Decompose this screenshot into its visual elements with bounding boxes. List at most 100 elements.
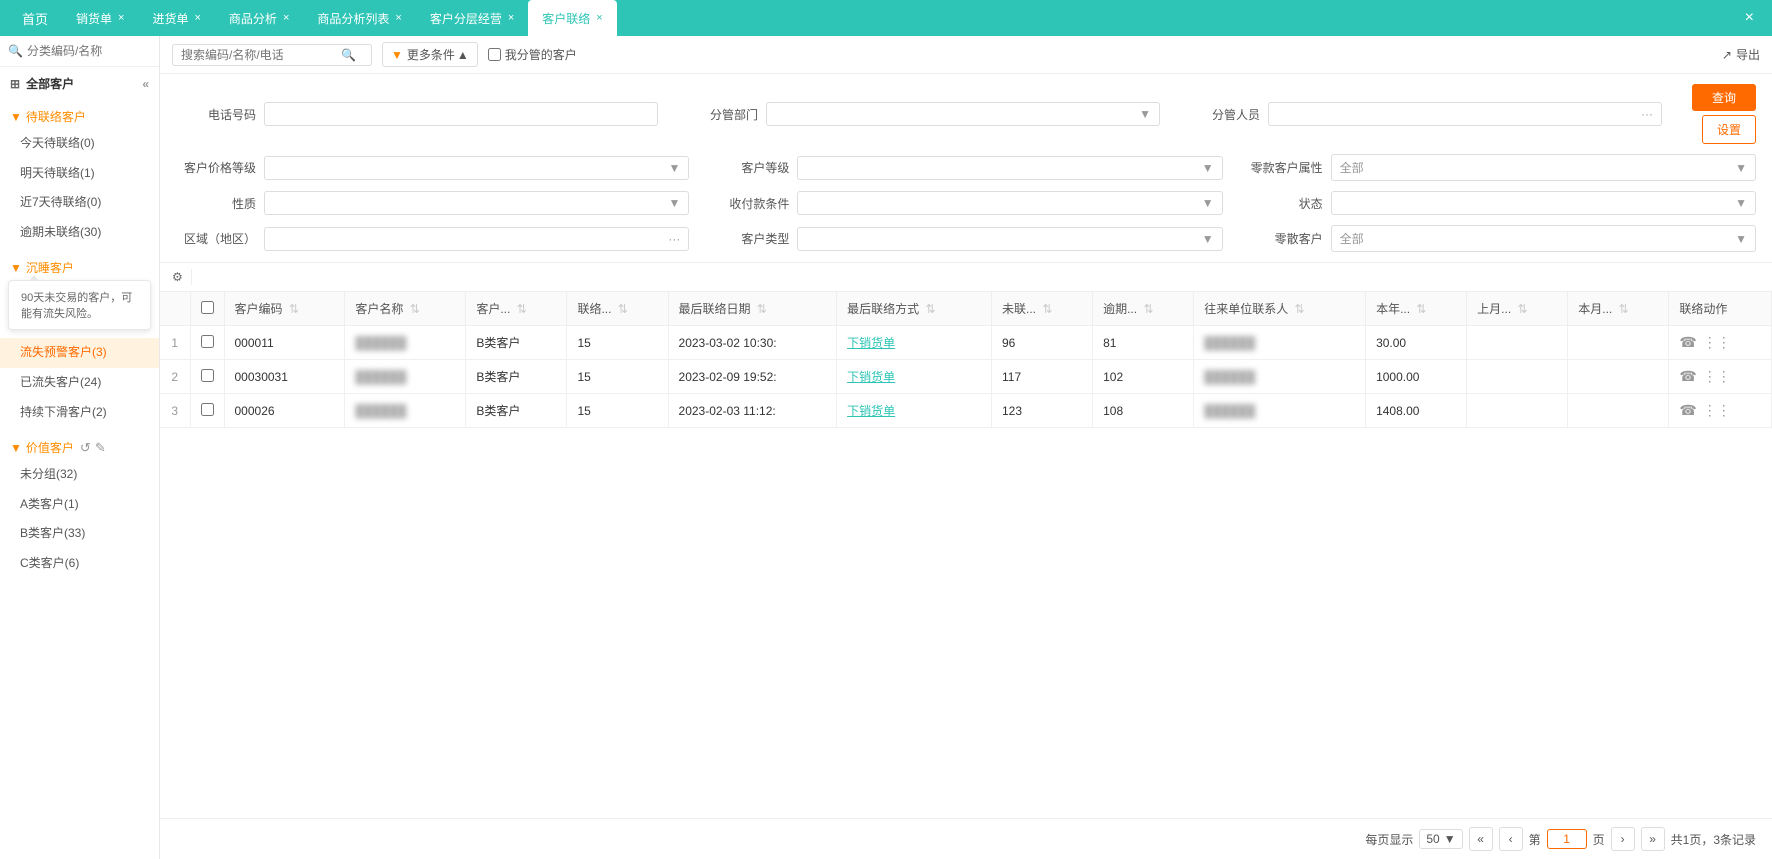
- region-select[interactable]: ···: [264, 227, 689, 251]
- type-sort-icon[interactable]: ⇅: [517, 302, 527, 316]
- method-sort-icon[interactable]: ⇅: [925, 302, 935, 316]
- more-conditions-btn[interactable]: ▼ 更多条件 ▲: [382, 42, 478, 67]
- last-page-btn[interactable]: »: [1641, 827, 1665, 851]
- date-sort-icon[interactable]: ⇅: [757, 302, 767, 316]
- export-btn[interactable]: ↗ 导出: [1722, 46, 1760, 63]
- sidebar-item-today[interactable]: 今天待联络(0): [0, 129, 159, 159]
- customer-tier-select[interactable]: ▼: [797, 156, 1222, 180]
- th-name[interactable]: 客户名称 ⇅: [345, 292, 466, 326]
- nav-tab-analysis-list[interactable]: 商品分析列表 ×: [303, 0, 415, 36]
- name-sort-icon[interactable]: ⇅: [410, 302, 420, 316]
- nav-tab-sales[interactable]: 销货单 ×: [62, 0, 138, 36]
- window-close-btn[interactable]: ×: [1735, 9, 1764, 27]
- more-action-icon[interactable]: ⋮⋮: [1703, 334, 1731, 351]
- region-dots[interactable]: ···: [668, 232, 680, 246]
- contact-action-icon[interactable]: ☎: [1679, 334, 1696, 351]
- sidebar-group-pending-title[interactable]: ▼ 待联络客户: [0, 104, 159, 129]
- page-input[interactable]: [1547, 829, 1587, 849]
- sidebar-item-class-a[interactable]: A类客户(1): [0, 490, 159, 520]
- th-code[interactable]: 客户编码 ⇅: [224, 292, 345, 326]
- th-checkbox[interactable]: [190, 292, 224, 326]
- contacts-sort-icon[interactable]: ⇅: [618, 302, 628, 316]
- settings-btn[interactable]: 设置: [1702, 115, 1756, 144]
- sidebar-item-7days[interactable]: 近7天待联络(0): [0, 188, 159, 218]
- sidebar-item-churn-warning[interactable]: 流失预警客户(3): [0, 338, 159, 368]
- contact-action-icon[interactable]: ☎: [1679, 368, 1696, 385]
- zero-customer-select[interactable]: 全部 ▼: [1331, 225, 1756, 252]
- year-sort-icon[interactable]: ⇅: [1416, 302, 1426, 316]
- my-customers-check[interactable]: [488, 48, 501, 61]
- row-checkbox-cell[interactable]: [190, 360, 224, 394]
- sidebar-search-box[interactable]: 🔍: [0, 36, 159, 67]
- close-customer-tier-tab[interactable]: ×: [508, 12, 514, 24]
- th-this-month[interactable]: 本月... ⇅: [1568, 292, 1669, 326]
- method-link[interactable]: 下销货单: [847, 370, 895, 384]
- prev-page-btn[interactable]: ‹: [1499, 827, 1523, 851]
- sidebar-item-class-c[interactable]: C类客户(6): [0, 549, 159, 579]
- sidebar-item-tomorrow[interactable]: 明天待联络(1): [0, 159, 159, 189]
- nav-tab-customer-tier[interactable]: 客户分层经营 ×: [416, 0, 528, 36]
- th-unit-contact[interactable]: 往来单位联系人 ⇅: [1194, 292, 1366, 326]
- sidebar-search-input[interactable]: [27, 44, 160, 58]
- phone-input[interactable]: [264, 102, 658, 126]
- nav-tab-customer-contact[interactable]: 客户联络 ×: [528, 0, 616, 36]
- table-container[interactable]: 客户编码 ⇅ 客户名称 ⇅ 客户... ⇅ 联络...: [160, 292, 1772, 818]
- row-last-method[interactable]: 下销货单: [837, 326, 992, 360]
- row-last-method[interactable]: 下销货单: [837, 394, 992, 428]
- sidebar-group-dormant-title[interactable]: ▼ 沉睡客户: [0, 255, 159, 280]
- dept-select[interactable]: ▼: [766, 102, 1160, 126]
- customer-type-select[interactable]: ▼: [797, 227, 1222, 251]
- more-action-icon[interactable]: ⋮⋮: [1703, 368, 1731, 385]
- unit-sort-icon[interactable]: ⇅: [1295, 302, 1305, 316]
- row-last-method[interactable]: 下销货单: [837, 360, 992, 394]
- close-sales-tab[interactable]: ×: [118, 12, 124, 24]
- all-customers-title[interactable]: ⊞ 全部客户 «: [0, 67, 159, 100]
- th-overdue[interactable]: 逾期... ⇅: [1093, 292, 1194, 326]
- row-checkbox[interactable]: [201, 369, 214, 382]
- lmonth-sort-icon[interactable]: ⇅: [1518, 302, 1528, 316]
- nav-tab-purchase[interactable]: 进货单 ×: [138, 0, 214, 36]
- refresh-icon[interactable]: ↺: [80, 440, 91, 456]
- th-contacts[interactable]: 联络... ⇅: [567, 292, 668, 326]
- th-this-year[interactable]: 本年... ⇅: [1366, 292, 1467, 326]
- row-checkbox-cell[interactable]: [190, 326, 224, 360]
- method-link[interactable]: 下销货单: [847, 336, 895, 350]
- price-tier-select[interactable]: ▼: [264, 156, 689, 180]
- code-sort-icon[interactable]: ⇅: [289, 302, 299, 316]
- nav-home[interactable]: 首页: [8, 9, 62, 28]
- close-customer-contact-tab[interactable]: ×: [596, 12, 602, 24]
- nav-tab-analysis[interactable]: 商品分析 ×: [215, 0, 303, 36]
- more-action-icon[interactable]: ⋮⋮: [1703, 402, 1731, 419]
- my-customers-checkbox[interactable]: 我分管的客户: [488, 46, 577, 63]
- sidebar-item-declining[interactable]: 持续下滑客户(2): [0, 398, 159, 428]
- zero-attr-select[interactable]: 全部 ▼: [1331, 154, 1756, 181]
- filter-search-box[interactable]: 🔍: [172, 44, 372, 66]
- close-analysis-tab[interactable]: ×: [283, 12, 289, 24]
- contact-action-icon[interactable]: ☎: [1679, 402, 1696, 419]
- th-type[interactable]: 客户... ⇅: [466, 292, 567, 326]
- first-page-btn[interactable]: «: [1469, 827, 1493, 851]
- th-last-contact-date[interactable]: 最后联络日期 ⇅: [668, 292, 837, 326]
- sidebar-item-churned[interactable]: 已流失客户(24): [0, 368, 159, 398]
- method-link[interactable]: 下销货单: [847, 404, 895, 418]
- filter-search-icon[interactable]: 🔍: [341, 48, 356, 62]
- next-page-btn[interactable]: ›: [1611, 827, 1635, 851]
- query-btn[interactable]: 查询: [1692, 84, 1756, 111]
- table-gear-btn[interactable]: ⚙: [172, 270, 183, 284]
- gender-select[interactable]: ▼: [264, 191, 689, 215]
- row-checkbox[interactable]: [201, 403, 214, 416]
- filter-search-input[interactable]: [181, 48, 341, 62]
- sidebar-group-value-title[interactable]: ▼ 价值客户 ↺ ✎: [0, 435, 159, 460]
- status-select[interactable]: ▼: [1331, 191, 1756, 215]
- sidebar-item-class-b[interactable]: B类客户(33): [0, 519, 159, 549]
- sidebar-item-ungrouped[interactable]: 未分组(32): [0, 460, 159, 490]
- close-purchase-tab[interactable]: ×: [194, 12, 200, 24]
- edit-icon[interactable]: ✎: [95, 440, 106, 456]
- sidebar-item-overdue[interactable]: 逾期未联络(30): [0, 218, 159, 248]
- tmonth-sort-icon[interactable]: ⇅: [1619, 302, 1629, 316]
- overdue-sort-icon[interactable]: ⇅: [1143, 302, 1153, 316]
- payment-select[interactable]: ▼: [797, 191, 1222, 215]
- close-analysis-list-tab[interactable]: ×: [395, 12, 401, 24]
- th-last-contact-method[interactable]: 最后联络方式 ⇅: [837, 292, 992, 326]
- collapse-icon[interactable]: «: [142, 77, 149, 91]
